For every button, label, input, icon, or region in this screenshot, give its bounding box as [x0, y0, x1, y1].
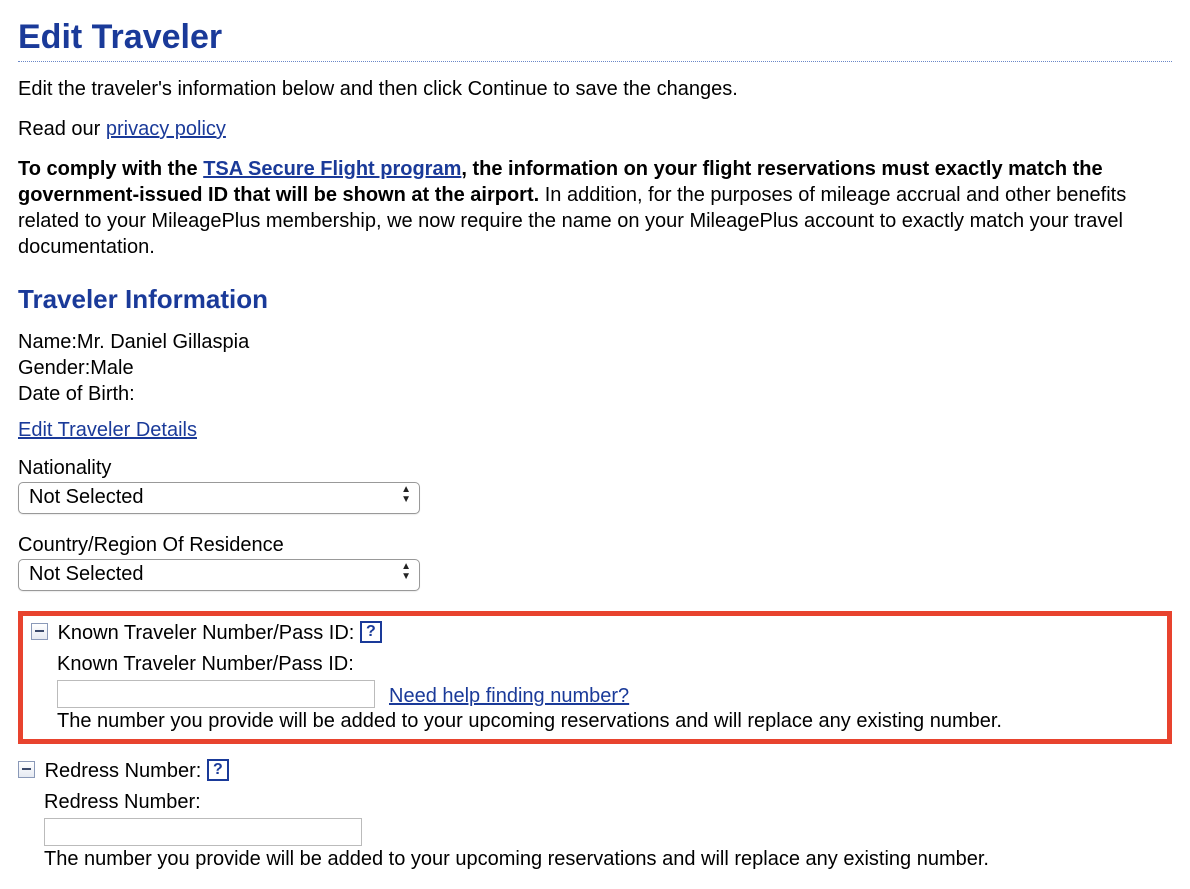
page-title: Edit Traveler: [18, 18, 1172, 62]
help-icon[interactable]: ?: [360, 621, 382, 643]
name-label: Name:: [18, 331, 77, 353]
traveler-summary: Name:Mr. Daniel Gillaspia Gender:Male Da…: [18, 329, 1172, 407]
ktn-section-header: Known Traveler Number/Pass ID:: [58, 622, 355, 644]
ktn-note: The number you provide will be added to …: [57, 710, 1159, 733]
redress-note: The number you provide will be added to …: [44, 848, 1172, 871]
nationality-value: Not Selected: [29, 486, 144, 509]
tsa-secure-flight-link[interactable]: TSA Secure Flight program: [203, 158, 461, 180]
minus-icon[interactable]: [31, 623, 48, 640]
ktn-input[interactable]: [57, 680, 375, 708]
minus-icon[interactable]: [18, 761, 35, 778]
help-icon[interactable]: ?: [207, 759, 229, 781]
compliance-text: To comply with the TSA Secure Flight pro…: [18, 156, 1172, 260]
nationality-label: Nationality: [18, 457, 1172, 480]
country-label: Country/Region Of Residence: [18, 534, 1172, 557]
country-select[interactable]: Not Selected ▲▼: [18, 559, 420, 591]
ktn-field-label: Known Traveler Number/Pass ID:: [57, 653, 1159, 676]
redress-field-label: Redress Number:: [44, 791, 1172, 814]
select-arrows-icon: ▲▼: [401, 562, 411, 582]
privacy-line: Read our privacy policy: [18, 116, 1172, 142]
privacy-policy-link[interactable]: privacy policy: [106, 118, 226, 140]
gender-label: Gender:: [18, 357, 90, 379]
edit-traveler-details-link[interactable]: Edit Traveler Details: [18, 419, 197, 441]
compliance-bold-prefix: To comply with the: [18, 158, 203, 180]
name-value: Mr. Daniel Gillaspia: [77, 331, 249, 353]
dob-label: Date of Birth:: [18, 383, 135, 405]
gender-value: Male: [90, 357, 133, 379]
country-value: Not Selected: [29, 563, 144, 586]
nationality-select[interactable]: Not Selected ▲▼: [18, 482, 420, 514]
select-arrows-icon: ▲▼: [401, 485, 411, 505]
read-our-label: Read our: [18, 118, 106, 140]
ktn-section-highlight: Known Traveler Number/Pass ID: ? Known T…: [18, 611, 1172, 744]
traveler-information-heading: Traveler Information: [18, 284, 1172, 315]
redress-input[interactable]: [44, 818, 362, 846]
ktn-help-link[interactable]: Need help finding number?: [389, 685, 629, 708]
redress-section-header: Redress Number:: [45, 760, 202, 782]
intro-text: Edit the traveler's information below an…: [18, 76, 1172, 102]
